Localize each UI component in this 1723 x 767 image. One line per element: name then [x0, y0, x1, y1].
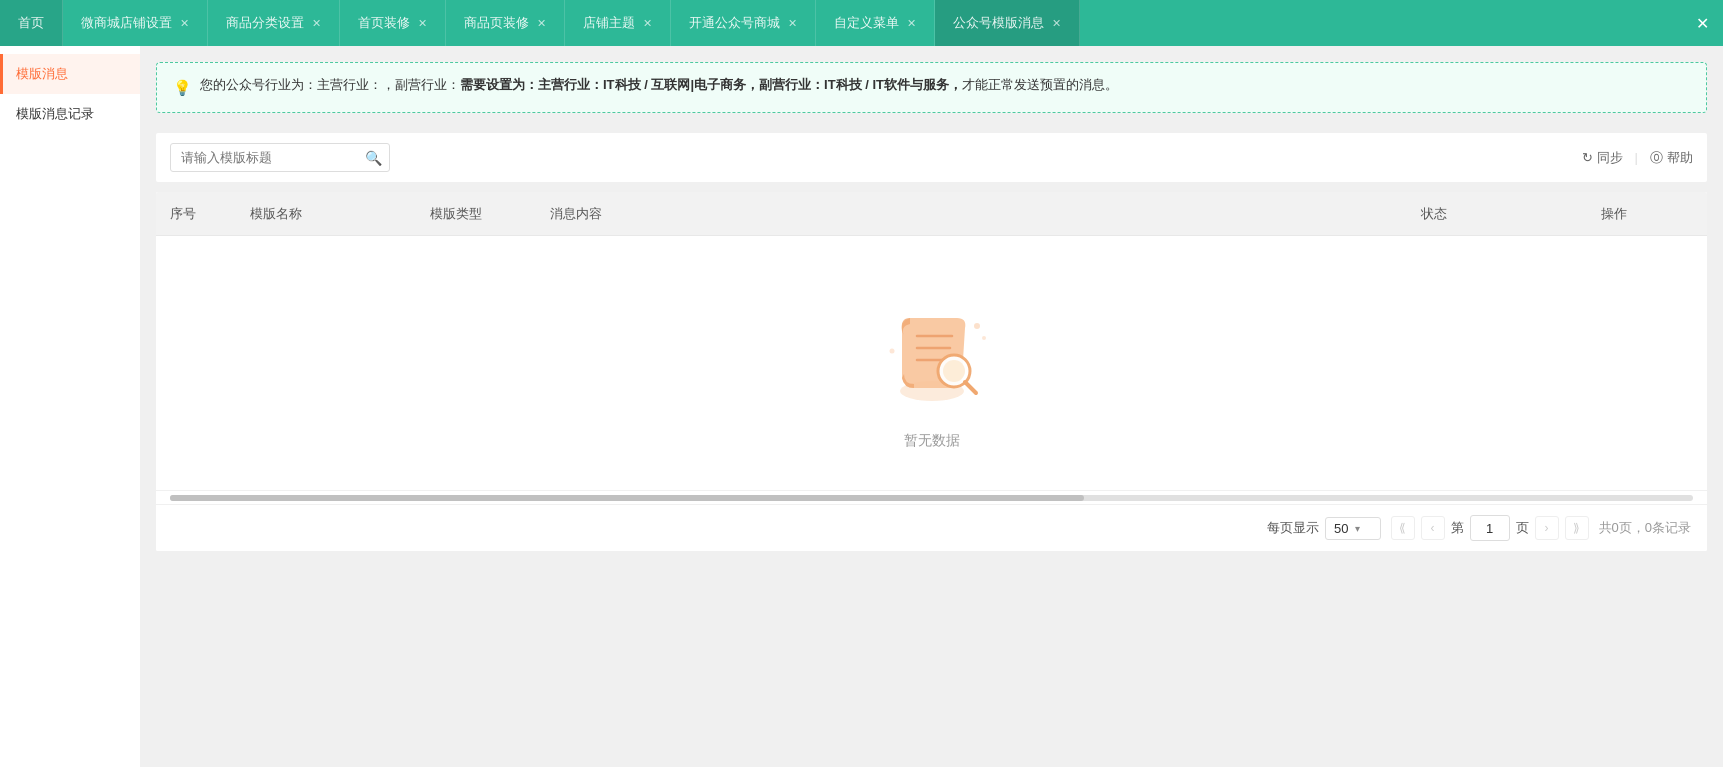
th-index: 序号: [156, 205, 236, 223]
tab-open-mall-label: 开通公众号商城: [689, 14, 780, 32]
total-info: 共0页，0条记录: [1599, 519, 1691, 537]
notice-suffix: 才能正常发送预置的消息。: [962, 77, 1118, 92]
tab-bar-close-all[interactable]: ✕: [1696, 14, 1709, 33]
empty-text: 暂无数据: [904, 432, 960, 450]
search-left: 🔍: [170, 143, 390, 172]
notice-highlight: 需要设置为：主营行业：IT科技 / 互联网|电子商务，副营行业：IT科技 / I…: [460, 77, 962, 92]
tab-homepage-decor-label: 首页装修: [358, 14, 410, 32]
scrollbar-area[interactable]: [156, 490, 1707, 504]
tab-custom-menu-label: 自定义菜单: [834, 14, 899, 32]
svg-point-7: [974, 323, 980, 329]
page-size-select: 每页显示 50 ▾: [1267, 517, 1380, 540]
search-actions: ↻ 同步 | ⓪ 帮助: [1582, 149, 1693, 167]
sidebar-item-template-msg-log-label: 模版消息记录: [16, 105, 94, 123]
sync-label: 同步: [1597, 149, 1623, 167]
tab-product-page-decor[interactable]: 商品页装修 ✕: [446, 0, 565, 46]
empty-state: 暂无数据: [156, 236, 1707, 490]
search-input-wrap: 🔍: [170, 143, 390, 172]
tab-template-msg[interactable]: 公众号模版消息 ✕: [935, 0, 1080, 46]
scrollbar-track[interactable]: [170, 495, 1693, 501]
pagination-bar: 每页显示 50 ▾ ⟪ ‹ 第 页 › ⟫ 共0页，0条记录: [156, 504, 1707, 551]
page-size-value: 50: [1334, 521, 1348, 536]
tab-home-label: 首页: [18, 14, 44, 32]
table-header: 序号 模版名称 模版类型 消息内容 状态 操作: [156, 192, 1707, 236]
tab-product-category-label: 商品分类设置: [226, 14, 304, 32]
page-size-dropdown[interactable]: 50 ▾: [1325, 517, 1380, 540]
tab-micro-shop[interactable]: 微商城店铺设置 ✕: [63, 0, 208, 46]
tab-home[interactable]: 首页: [0, 0, 63, 46]
sync-icon: ↻: [1582, 150, 1593, 165]
th-name: 模版名称: [236, 205, 416, 223]
tab-open-mall[interactable]: 开通公众号商城 ✕: [671, 0, 816, 46]
sidebar: 模版消息 模版消息记录: [0, 46, 140, 767]
svg-point-5: [943, 360, 965, 382]
bulb-icon: 💡: [173, 76, 192, 100]
th-status: 状态: [1407, 205, 1587, 223]
tab-product-page-decor-close[interactable]: ✕: [537, 17, 546, 30]
actions-divider: |: [1635, 150, 1638, 165]
tab-micro-shop-label: 微商城店铺设置: [81, 14, 172, 32]
notice-prefix: 您的公众号行业为：主营行业：，副营行业：: [200, 77, 460, 92]
tab-bar: 首页 微商城店铺设置 ✕ 商品分类设置 ✕ 首页装修 ✕ 商品页装修 ✕ 店铺主…: [0, 0, 1723, 46]
tab-custom-menu[interactable]: 自定义菜单 ✕: [816, 0, 935, 46]
sidebar-item-template-msg[interactable]: 模版消息: [0, 54, 140, 94]
search-input[interactable]: [170, 143, 390, 172]
prev-page-button[interactable]: ‹: [1421, 516, 1445, 540]
tab-micro-shop-close[interactable]: ✕: [180, 17, 189, 30]
search-icon[interactable]: 🔍: [365, 150, 382, 166]
page-label: 第: [1451, 519, 1464, 537]
help-button[interactable]: ⓪ 帮助: [1650, 149, 1693, 167]
tab-template-msg-label: 公众号模版消息: [953, 14, 1044, 32]
svg-point-9: [889, 349, 894, 354]
tab-store-theme[interactable]: 店铺主题 ✕: [565, 0, 671, 46]
tab-homepage-decor-close[interactable]: ✕: [418, 17, 427, 30]
tab-custom-menu-close[interactable]: ✕: [907, 17, 916, 30]
help-label: 帮助: [1667, 149, 1693, 167]
last-page-button[interactable]: ⟫: [1565, 516, 1589, 540]
sync-button[interactable]: ↻ 同步: [1582, 149, 1623, 167]
sidebar-item-template-msg-log[interactable]: 模版消息记录: [0, 94, 140, 134]
notice-banner: 💡 您的公众号行业为：主营行业：，副营行业：需要设置为：主营行业：IT科技 / …: [156, 62, 1707, 113]
help-icon: ⓪: [1650, 149, 1663, 167]
sidebar-item-template-msg-label: 模版消息: [16, 65, 68, 83]
content-area: 💡 您的公众号行业为：主营行业：，副营行业：需要设置为：主营行业：IT科技 / …: [140, 46, 1723, 767]
th-action: 操作: [1587, 205, 1707, 223]
current-page-input[interactable]: [1470, 515, 1510, 541]
page-size-label: 每页显示: [1267, 519, 1319, 537]
page-nav: ⟪ ‹ 第 页 › ⟫: [1391, 515, 1589, 541]
tab-store-theme-close[interactable]: ✕: [643, 17, 652, 30]
tab-homepage-decor[interactable]: 首页装修 ✕: [340, 0, 446, 46]
table-wrap: 序号 模版名称 模版类型 消息内容 状态 操作: [156, 192, 1707, 551]
tab-product-category[interactable]: 商品分类设置 ✕: [208, 0, 340, 46]
page-size-chevron: ▾: [1355, 523, 1360, 534]
notice-text: 您的公众号行业为：主营行业：，副营行业：需要设置为：主营行业：IT科技 / 互联…: [200, 75, 1118, 96]
th-content: 消息内容: [536, 205, 1407, 223]
svg-line-6: [965, 382, 976, 393]
th-type: 模版类型: [416, 205, 536, 223]
empty-illustration: [872, 296, 992, 416]
main-layout: 模版消息 模版消息记录 💡 您的公众号行业为：主营行业：，副营行业：需要设置为：…: [0, 46, 1723, 767]
tab-product-page-decor-label: 商品页装修: [464, 14, 529, 32]
search-bar: 🔍 ↻ 同步 | ⓪ 帮助: [156, 133, 1707, 182]
tab-template-msg-close[interactable]: ✕: [1052, 17, 1061, 30]
tab-store-theme-label: 店铺主题: [583, 14, 635, 32]
tab-product-category-close[interactable]: ✕: [312, 17, 321, 30]
svg-point-8: [982, 336, 986, 340]
scrollbar-thumb[interactable]: [170, 495, 1084, 501]
tab-open-mall-close[interactable]: ✕: [788, 17, 797, 30]
page-suffix: 页: [1516, 519, 1529, 537]
first-page-button[interactable]: ⟪: [1391, 516, 1415, 540]
next-page-button[interactable]: ›: [1535, 516, 1559, 540]
